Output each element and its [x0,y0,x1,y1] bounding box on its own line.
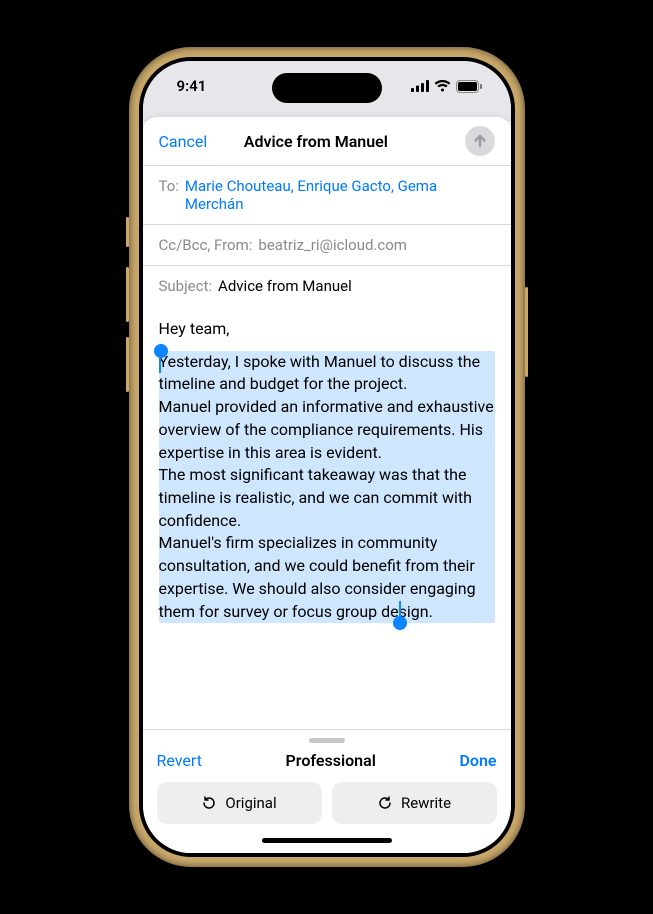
rewrite-label: Rewrite [401,794,451,812]
body-paragraph-3: The most significant takeaway was that t… [159,464,495,532]
body-paragraph-2: Manuel provided an informative and exhau… [159,396,495,464]
battery-icon [456,80,483,93]
status-time: 9:41 [177,77,207,95]
home-indicator[interactable] [262,838,392,843]
body-paragraph-4: Manuel's firm specializes in community c… [159,532,495,623]
subject-value: Advice from Manuel [218,277,352,295]
rewrite-icon [377,795,393,811]
to-field[interactable]: To: Marie Chouteau, Enrique Gacto, Gema … [143,165,511,224]
iphone-frame: 9:41 Cancel Advice from Manuel To: Marie… [129,47,525,867]
send-button[interactable] [465,126,495,156]
to-recipients: Marie Chouteau, Enrique Gacto, Gema Merc… [185,177,495,213]
status-indicators [411,80,483,93]
panel-grabber[interactable] [309,738,345,743]
subject-label: Subject: [159,277,213,295]
compose-title: Advice from Manuel [167,132,464,151]
from-address: beatriz_ri@icloud.com [258,236,407,254]
ccbcc-label: Cc/Bcc, From: [159,236,253,254]
iphone-screen: 9:41 Cancel Advice from Manuel To: Marie… [143,61,511,853]
body-paragraph-1: Yesterday, I spoke with Manuel to discus… [159,351,495,396]
rewrite-style-label: Professional [286,751,376,770]
writing-tools-panel: Revert Professional Done Original Rewrit… [143,729,511,853]
revert-button[interactable]: Revert [157,751,202,770]
selected-text[interactable]: Yesterday, I spoke with Manuel to discus… [159,351,495,624]
original-button[interactable]: Original [157,782,322,824]
done-button[interactable]: Done [459,751,496,770]
arrow-up-icon [472,133,488,149]
original-label: Original [225,794,276,812]
mute-switch [126,217,129,247]
volume-up-button [126,267,129,322]
to-label: To: [159,177,179,213]
selection-end-handle[interactable] [393,616,407,630]
status-bar: 9:41 [143,61,511,111]
compose-sheet: Cancel Advice from Manuel To: Marie Chou… [143,117,511,853]
rewrite-button[interactable]: Rewrite [332,782,497,824]
side-power-button [525,287,528,377]
subject-field[interactable]: Subject: Advice from Manuel [143,265,511,306]
volume-down-button [126,337,129,392]
wifi-icon [434,80,451,92]
compose-nav-bar: Cancel Advice from Manuel [143,117,511,165]
undo-arrow-icon [201,795,217,811]
email-body[interactable]: Hey team, Yesterday, I spoke with Manuel… [143,306,511,729]
selection-start-handle[interactable] [154,344,168,358]
dynamic-island [272,73,382,103]
ccbcc-from-field[interactable]: Cc/Bcc, From: beatriz_ri@icloud.com [143,224,511,265]
cellular-icon [411,80,429,92]
body-greeting: Hey team, [159,318,495,341]
